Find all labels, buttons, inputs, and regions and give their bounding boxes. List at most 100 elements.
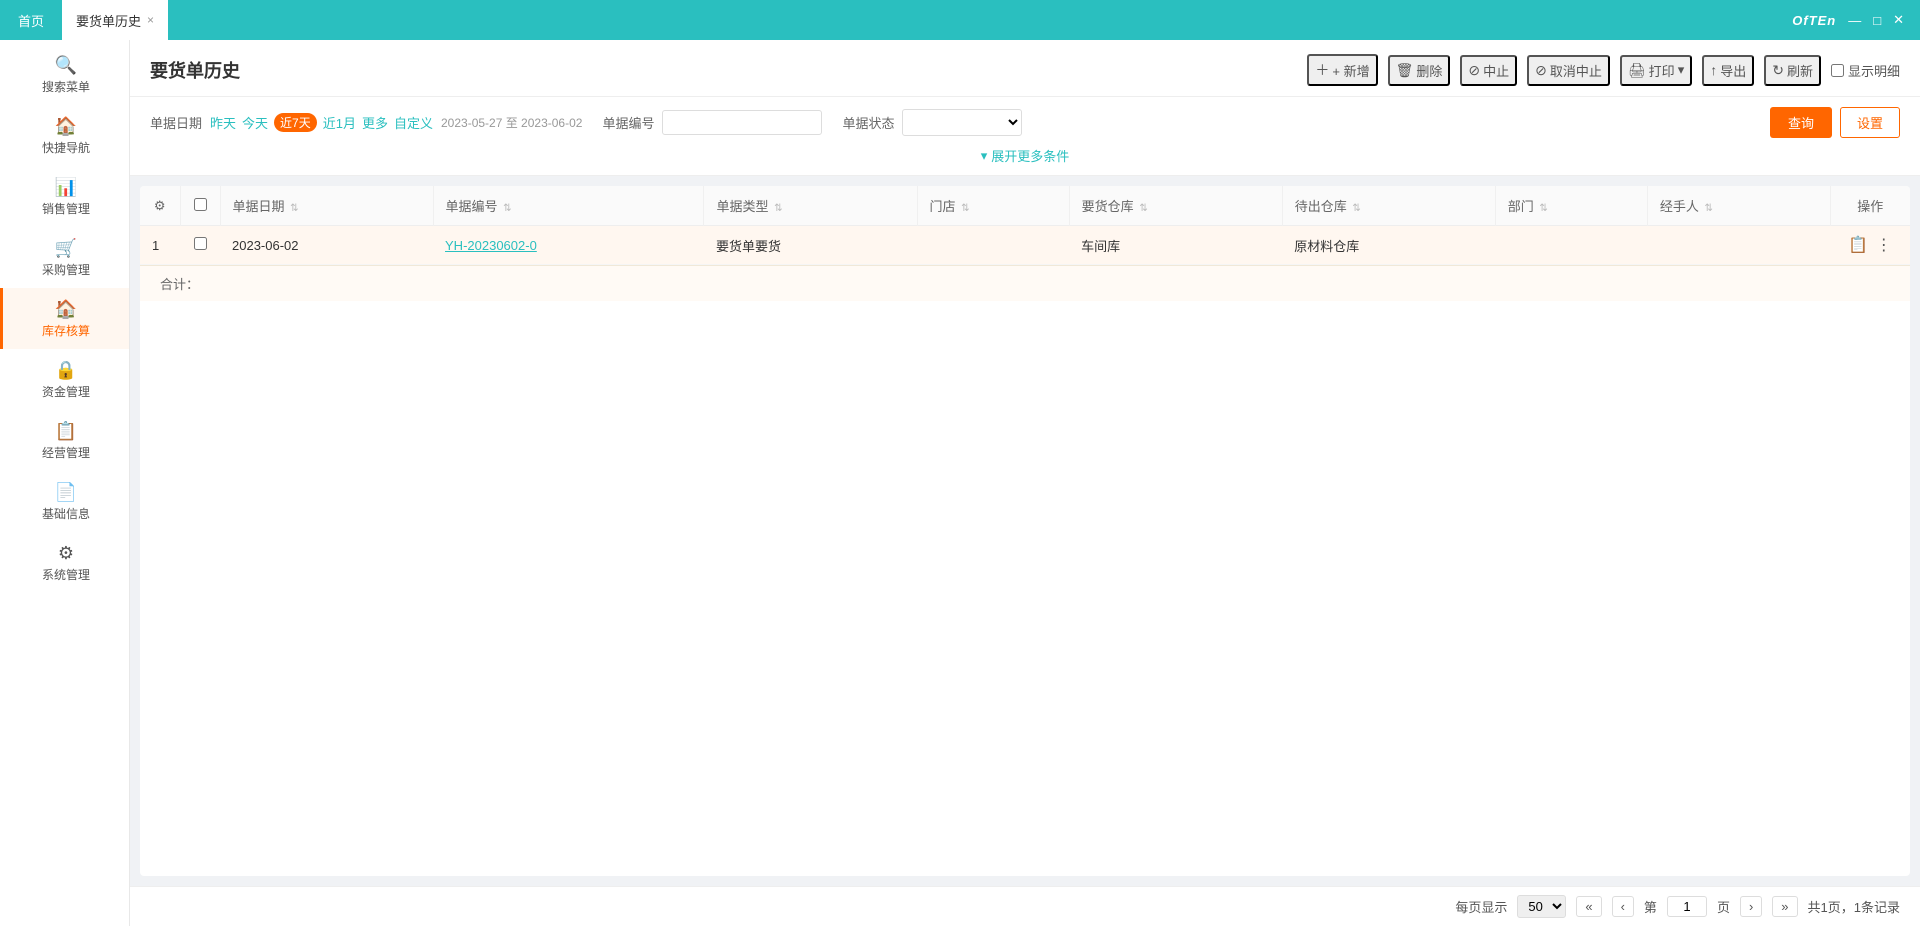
sidebar-item-operations-mgmt[interactable]: 📋 经营管理 — [0, 410, 129, 471]
sidebar-item-quick-nav[interactable]: 🏠 快捷导航 — [0, 105, 129, 166]
page-size-select[interactable]: 50 — [1517, 895, 1566, 918]
suspend-button[interactable]: ⊘ 中止 — [1460, 55, 1517, 86]
th-doc-type-label: 单据类型 — [716, 199, 768, 214]
sidebar-item-search-menu[interactable]: 🔍 搜索菜单 — [0, 44, 129, 105]
expand-more-btn[interactable]: ▾ 展开更多条件 — [150, 146, 1900, 165]
top-bar: 首页 要货单历史 × OfTEn — □ ✕ — [0, 0, 1920, 40]
th-pending-warehouse[interactable]: 待出仓库 ⇅ — [1282, 186, 1495, 226]
inventory-icon: 🏠 — [55, 300, 77, 318]
row-edit-icon[interactable]: 📋 — [1848, 237, 1868, 254]
tab-active[interactable]: 要货单历史 × — [62, 0, 168, 40]
refresh-button[interactable]: ↻ 刷新 — [1764, 55, 1821, 86]
window-max-btn[interactable]: □ — [1873, 13, 1881, 28]
row-checkbox[interactable] — [194, 237, 207, 250]
top-bar-right: OfTEn — □ ✕ — [1792, 12, 1920, 28]
th-department[interactable]: 部门 ⇅ — [1495, 186, 1647, 226]
date-filter-label: 单据日期 — [150, 113, 202, 132]
sidebar-item-system-mgmt[interactable]: ⚙ 系统管理 — [0, 532, 129, 593]
th-doc-no[interactable]: 单据编号 ⇅ — [433, 186, 704, 226]
cancel-suspend-button[interactable]: ⊘ 取消中止 — [1527, 55, 1610, 86]
th-doc-date[interactable]: 单据日期 ⇅ — [220, 186, 433, 226]
sidebar-item-label-system-mgmt: 系统管理 — [42, 566, 90, 583]
th-doc-type[interactable]: 单据类型 ⇅ — [704, 186, 917, 226]
row-doc-date: 2023-06-02 — [220, 226, 433, 265]
search-menu-icon: 🔍 — [55, 56, 77, 74]
sidebar-item-basic-info[interactable]: 📄 基础信息 — [0, 471, 129, 532]
tab-home[interactable]: 首页 — [0, 0, 62, 40]
filter-doc-no: 单据编号 — [602, 110, 822, 135]
row-more-icon[interactable]: ⋮ — [1876, 237, 1892, 254]
filter-status: 单据状态 — [842, 109, 1022, 136]
shortcut-custom[interactable]: 自定义 — [394, 113, 433, 132]
cancel-suspend-icon: ⊘ — [1535, 62, 1547, 79]
date-shortcuts: 昨天 今天 近7天 近1月 更多 自定义 — [210, 113, 433, 132]
sidebar-item-sales-mgmt[interactable]: 📊 销售管理 — [0, 166, 129, 227]
row-store — [917, 226, 1069, 265]
next-page-btn[interactable]: › — [1740, 896, 1762, 917]
sales-mgmt-icon: 📊 — [55, 178, 77, 196]
sidebar-item-inventory[interactable]: 🏠 库存核算 — [0, 288, 129, 349]
setting-button[interactable]: 设置 — [1840, 107, 1900, 138]
print-button[interactable]: 🖨 打印 ▾ — [1620, 55, 1692, 86]
page-header: 要货单历史 ＋ + 新增 🗑 删除 ⊘ 中止 ⊘ 取消中止 — [130, 40, 1920, 97]
th-handler[interactable]: 经手人 ⇅ — [1647, 186, 1830, 226]
row-index: 1 — [140, 226, 180, 265]
page-number-input[interactable] — [1667, 896, 1707, 917]
select-all-checkbox[interactable] — [194, 198, 207, 211]
delete-button[interactable]: 🗑 删除 — [1388, 55, 1451, 86]
th-req-warehouse[interactable]: 要货仓库 ⇅ — [1069, 186, 1282, 226]
filter-bar: 单据日期 昨天 今天 近7天 近1月 更多 自定义 2023-05-27 至 2… — [130, 97, 1920, 176]
pagination-bar: 每页显示 50 « ‹ 第 页 › » 共1页，1条记录 — [130, 886, 1920, 926]
shortcut-today[interactable]: 今天 — [242, 113, 268, 132]
show-detail-checkbox[interactable] — [1831, 64, 1844, 77]
sidebar-item-purchase-mgmt[interactable]: 🛒 采购管理 — [0, 227, 129, 288]
query-button[interactable]: 查询 — [1770, 107, 1832, 138]
new-icon: ＋ — [1315, 60, 1329, 80]
first-page-btn[interactable]: « — [1576, 896, 1601, 917]
sidebar-item-label-purchase-mgmt: 采购管理 — [42, 261, 90, 278]
doc-no-link[interactable]: YH-20230602-0 — [445, 238, 537, 253]
table-header-row: ⚙ 单据日期 ⇅ 单据编号 ⇅ 单据类型 — [140, 186, 1910, 226]
new-button[interactable]: ＋ + 新增 — [1307, 54, 1377, 86]
export-button[interactable]: ↑ 导出 — [1702, 55, 1754, 86]
th-store[interactable]: 门店 ⇅ — [917, 186, 1069, 226]
prev-page-btn[interactable]: ‹ — [1612, 896, 1634, 917]
shortcut-1month[interactable]: 近1月 — [323, 113, 356, 132]
window-min-btn[interactable]: — — [1848, 13, 1861, 28]
sidebar: 🔍 搜索菜单 🏠 快捷导航 📊 销售管理 🛒 采购管理 🏠 库存核算 🔒 资金管… — [0, 40, 130, 926]
shortcut-more[interactable]: 更多 — [362, 113, 388, 132]
page-title: 要货单历史 — [150, 57, 240, 83]
main-layout: 🔍 搜索菜单 🏠 快捷导航 📊 销售管理 🛒 采购管理 🏠 库存核算 🔒 资金管… — [0, 40, 1920, 926]
page-suffix: 页 — [1717, 897, 1730, 916]
th-pending-warehouse-label: 待出仓库 — [1295, 199, 1347, 214]
status-select[interactable] — [902, 109, 1022, 136]
cancel-suspend-label: 取消中止 — [1550, 61, 1602, 80]
table-row: 1 2023-06-02 YH-20230602-0 要货单要货 车间库 原材料… — [140, 226, 1910, 265]
show-detail-toggle[interactable]: 显示明细 — [1831, 61, 1900, 80]
th-checkbox — [180, 186, 220, 226]
sidebar-item-finance-mgmt[interactable]: 🔒 资金管理 — [0, 349, 129, 410]
row-doc-type: 要货单要货 — [704, 226, 917, 265]
filter-date: 单据日期 昨天 今天 近7天 近1月 更多 自定义 2023-05-27 至 2… — [150, 113, 582, 132]
content-area: 要货单历史 ＋ + 新增 🗑 删除 ⊘ 中止 ⊘ 取消中止 — [130, 40, 1920, 926]
sort-doc-no-icon: ⇅ — [503, 203, 511, 214]
last-page-btn[interactable]: » — [1772, 896, 1797, 917]
th-settings[interactable]: ⚙ — [140, 186, 180, 226]
tab-close-icon[interactable]: × — [147, 13, 154, 27]
refresh-icon: ↻ — [1772, 62, 1784, 79]
sidebar-item-label-sales-mgmt: 销售管理 — [42, 200, 90, 217]
summary-label: 合计： — [160, 277, 199, 292]
shortcut-yesterday[interactable]: 昨天 — [210, 113, 236, 132]
doc-no-input[interactable] — [662, 110, 822, 135]
table-area: ⚙ 单据日期 ⇅ 单据编号 ⇅ 单据类型 — [140, 186, 1910, 876]
row-req-warehouse: 车间库 — [1069, 226, 1282, 265]
shortcut-7days[interactable]: 近7天 — [274, 113, 317, 132]
print-label: 打印 — [1649, 61, 1675, 80]
window-close-btn[interactable]: ✕ — [1893, 12, 1904, 28]
sidebar-item-label-quick-nav: 快捷导航 — [42, 139, 90, 156]
brand-label: OfTEn — [1792, 13, 1836, 28]
show-detail-label: 显示明细 — [1848, 61, 1900, 80]
sidebar-item-label-basic-info: 基础信息 — [42, 505, 90, 522]
row-actions: 📋 ⋮ — [1830, 226, 1910, 265]
sidebar-item-label-finance-mgmt: 资金管理 — [42, 383, 90, 400]
